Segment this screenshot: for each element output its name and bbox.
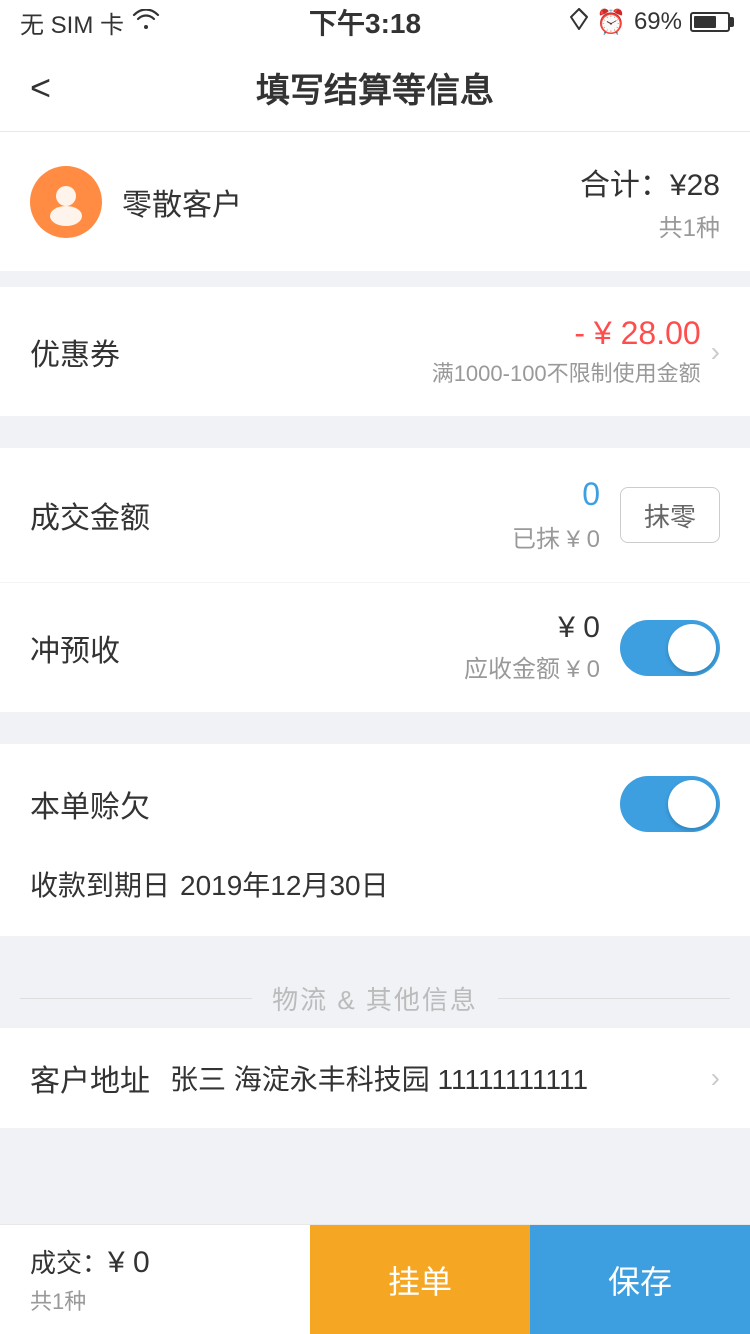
status-bar: 无 SIM 卡 下午3:18 ⏰ 69% bbox=[0, 0, 750, 44]
address-chevron-icon: › bbox=[711, 1062, 720, 1094]
prepay-toggle[interactable] bbox=[620, 620, 720, 676]
address-section: 客户地址 张三 海淀永丰科技园 11111111111 › bbox=[0, 1028, 750, 1128]
bottom-deal-label: 成交：¥ 0 bbox=[30, 1243, 280, 1280]
transaction-row: 成交金额 0 已抹 ¥ 0 抹零 bbox=[0, 448, 750, 583]
coupon-discount: - ¥ 28.00 bbox=[432, 315, 701, 352]
address-row[interactable]: 客户地址 张三 海淀永丰科技园 11111111111 › bbox=[0, 1028, 750, 1128]
hold-button[interactable]: 挂单 bbox=[310, 1225, 530, 1334]
nav-bar: < 填写结算等信息 bbox=[0, 44, 750, 132]
content: 零散客户 合计：¥28 共1种 优惠券 - ¥ 28.00 满1000-100不… bbox=[0, 132, 750, 1264]
status-left: 无 SIM 卡 bbox=[20, 5, 160, 40]
prepay-right: ¥ 0 应收金额 ¥ 0 bbox=[464, 611, 720, 684]
toggle-knob bbox=[668, 624, 716, 672]
battery-text: 69% bbox=[634, 8, 682, 36]
prepay-label: 冲预收 bbox=[30, 626, 120, 670]
debit-label: 本单赊欠 bbox=[30, 782, 150, 826]
already-rounded-text: 已抹 ¥ 0 bbox=[512, 519, 600, 554]
due-date-value: 2019年12月30日 bbox=[180, 864, 389, 904]
customer-left: 零散客户 bbox=[30, 166, 242, 238]
total-count: 共1种 bbox=[580, 208, 720, 243]
avatar bbox=[30, 166, 102, 238]
due-date-label: 收款到期日 bbox=[30, 864, 170, 904]
location-icon bbox=[570, 8, 588, 37]
back-button[interactable]: < bbox=[30, 67, 51, 109]
carrier-text: 无 SIM 卡 bbox=[20, 5, 124, 40]
debit-toggle[interactable] bbox=[620, 776, 720, 832]
debit-section: 本单赊欠 收款到期日 2019年12月30日 bbox=[0, 744, 750, 936]
coupon-row[interactable]: 优惠券 - ¥ 28.00 满1000-100不限制使用金额 › bbox=[0, 287, 750, 416]
divider-2 bbox=[0, 728, 750, 744]
chevron-right-icon: › bbox=[711, 336, 720, 368]
wifi-icon bbox=[132, 8, 160, 36]
transaction-amount: 0 bbox=[512, 476, 600, 513]
logistics-line-right bbox=[498, 998, 730, 999]
logistics-divider: 物流 & 其他信息 bbox=[0, 968, 750, 1028]
debit-toggle-knob bbox=[668, 780, 716, 828]
bottom-bar: 成交：¥ 0 共1种 挂单 保存 bbox=[0, 1224, 750, 1334]
coupon-right: - ¥ 28.00 满1000-100不限制使用金额 › bbox=[432, 315, 720, 388]
transaction-values: 0 已抹 ¥ 0 bbox=[512, 476, 600, 554]
logistics-text: 物流 & 其他信息 bbox=[272, 980, 478, 1017]
coupon-label: 优惠券 bbox=[30, 330, 120, 374]
transaction-right: 0 已抹 ¥ 0 抹零 bbox=[512, 476, 720, 554]
prepay-receivable: 应收金额 ¥ 0 bbox=[464, 649, 600, 684]
transaction-label: 成交金额 bbox=[30, 493, 150, 537]
prepay-values: ¥ 0 应收金额 ¥ 0 bbox=[464, 611, 600, 684]
prepay-row: 冲预收 ¥ 0 应收金额 ¥ 0 bbox=[0, 583, 750, 712]
customer-name: 零散客户 bbox=[122, 180, 242, 224]
save-button[interactable]: 保存 bbox=[530, 1225, 750, 1334]
status-time: 下午3:18 bbox=[309, 2, 421, 42]
address-label: 客户地址 bbox=[30, 1056, 150, 1100]
customer-summary: 合计：¥28 共1种 bbox=[580, 160, 720, 243]
deal-label-text: 成交： bbox=[30, 1248, 108, 1278]
status-right: ⏰ 69% bbox=[570, 8, 730, 37]
deal-amount: ¥ 0 bbox=[108, 1246, 150, 1279]
bottom-count: 共1种 bbox=[30, 1284, 280, 1316]
bottom-info: 成交：¥ 0 共1种 bbox=[0, 1243, 310, 1316]
debit-row: 本单赊欠 bbox=[0, 744, 750, 864]
rounding-button[interactable]: 抹零 bbox=[620, 487, 720, 543]
address-value: 张三 海淀永丰科技园 11111111111 bbox=[170, 1058, 711, 1098]
customer-row: 零散客户 合计：¥28 共1种 bbox=[0, 132, 750, 271]
page-title: 填写结算等信息 bbox=[256, 63, 494, 112]
logistics-line-left bbox=[20, 998, 252, 999]
battery-icon bbox=[690, 12, 730, 32]
divider-1 bbox=[0, 432, 750, 448]
total-amount: 合计：¥28 bbox=[580, 160, 720, 204]
coupon-desc: 满1000-100不限制使用金额 bbox=[432, 356, 701, 388]
alarm-icon: ⏰ bbox=[596, 8, 626, 37]
divider-3 bbox=[0, 952, 750, 968]
transaction-section: 成交金额 0 已抹 ¥ 0 抹零 冲预收 ¥ 0 应收金额 ¥ 0 bbox=[0, 448, 750, 712]
prepay-amount: ¥ 0 bbox=[464, 611, 600, 645]
due-date-row[interactable]: 收款到期日 2019年12月30日 bbox=[0, 864, 750, 936]
coupon-info: - ¥ 28.00 满1000-100不限制使用金额 bbox=[432, 315, 701, 388]
